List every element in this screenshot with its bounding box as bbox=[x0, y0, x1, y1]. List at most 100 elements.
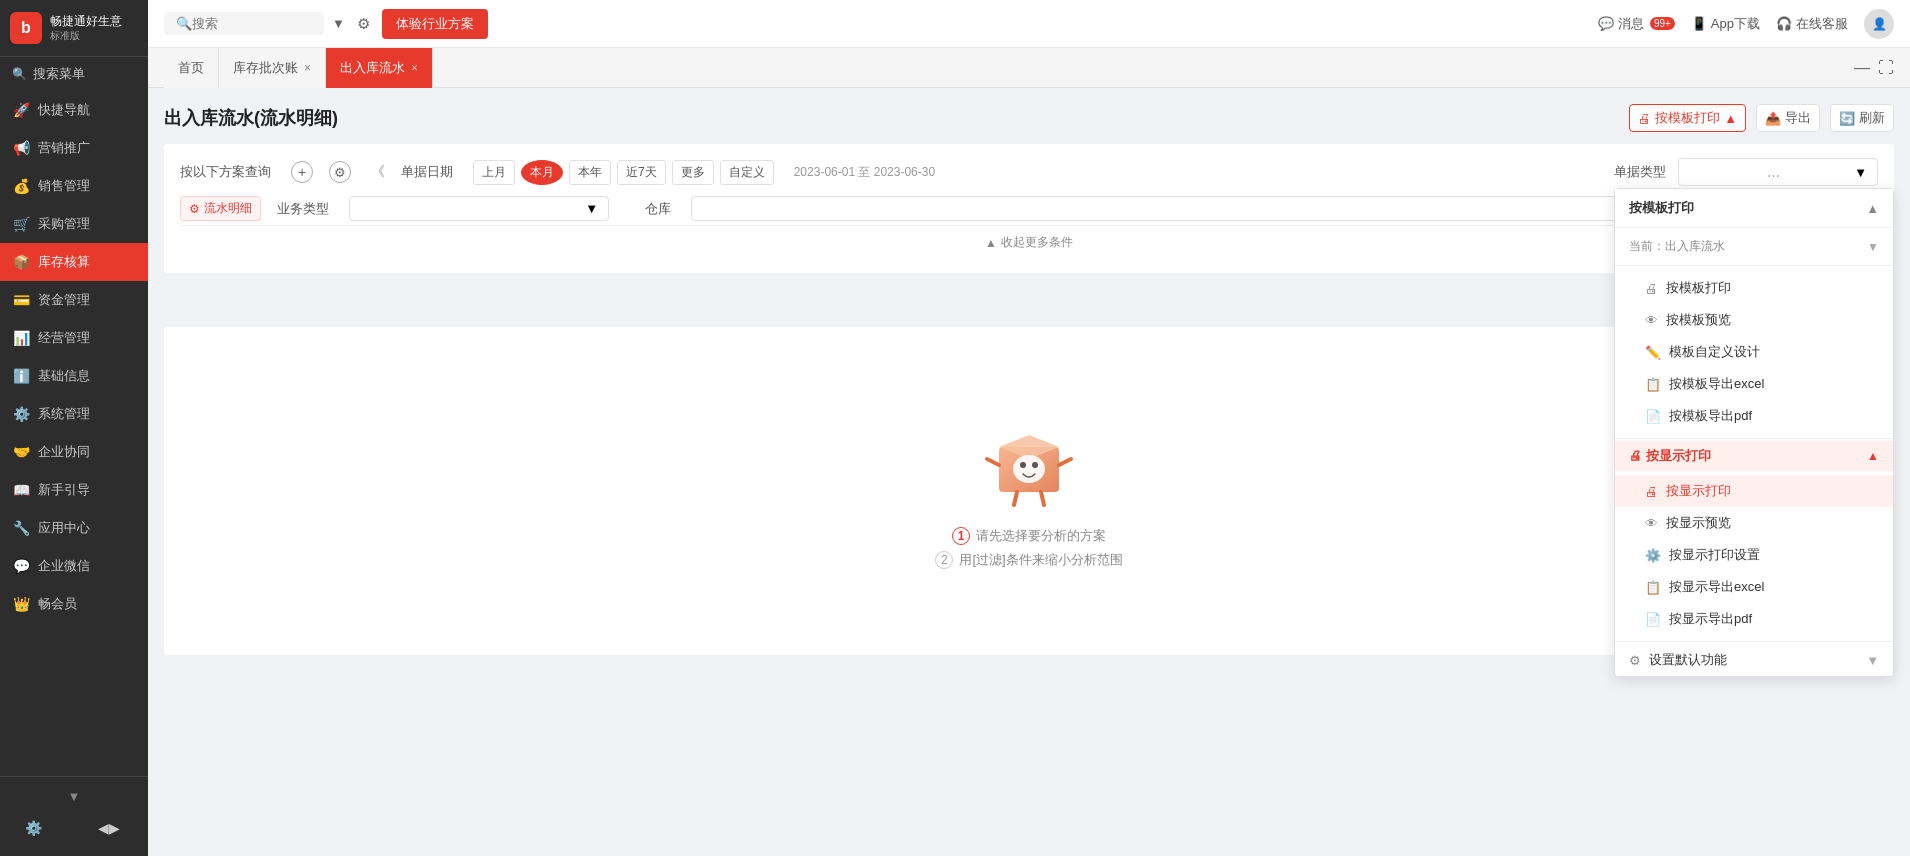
print-label: 按模板打印 bbox=[1655, 109, 1720, 127]
date-custom-btn[interactable]: 自定义 bbox=[720, 160, 774, 185]
divider-1 bbox=[1615, 265, 1893, 266]
type-select[interactable]: ... ▼ bbox=[1678, 158, 1878, 186]
display-preview-label: 按显示预览 bbox=[1666, 514, 1731, 532]
sidebar-settings-btn[interactable]: ⚙️ bbox=[12, 812, 62, 844]
filter-section-label: 按以下方案查询 bbox=[180, 163, 271, 181]
tab-inventory-batch-close[interactable]: × bbox=[304, 61, 311, 75]
service-icon: 🎧 bbox=[1776, 16, 1792, 31]
sidebar-item-purchase[interactable]: 🛒 采购管理 bbox=[0, 205, 148, 243]
set-default-chevron: ▼ bbox=[1866, 653, 1879, 668]
sidebar-scroll-down[interactable]: ▼ bbox=[0, 785, 148, 808]
settings-icon: ⚙️ bbox=[24, 820, 42, 836]
member-icon: 👑 bbox=[12, 596, 30, 612]
dropdown-item-template-design[interactable]: ✏️ 模板自定义设计 bbox=[1615, 336, 1893, 368]
template-preview-label: 按模板预览 bbox=[1666, 311, 1731, 329]
online-service-btn[interactable]: 🎧 在线客服 bbox=[1776, 15, 1848, 33]
date-range-text: 2023-06-01 至 2023-06-30 bbox=[794, 164, 935, 181]
collapse-icon: ▲ bbox=[985, 236, 997, 250]
template-design-icon: ✏️ bbox=[1645, 345, 1661, 360]
export-btn[interactable]: 📤 导出 bbox=[1756, 104, 1820, 132]
current-chevron[interactable]: ▼ bbox=[1867, 240, 1879, 254]
business-type-label: 业务类型 bbox=[277, 200, 329, 218]
type-label: 单据类型 bbox=[1614, 163, 1666, 181]
sales-icon: 💰 bbox=[12, 178, 30, 194]
sidebar-item-basics[interactable]: ℹ️ 基础信息 bbox=[0, 357, 148, 395]
tab-home[interactable]: 首页 bbox=[164, 48, 219, 88]
dropdown-item-display-preview[interactable]: 👁 按显示预览 bbox=[1615, 507, 1893, 539]
sidebar-item-apps[interactable]: 🔧 应用中心 bbox=[0, 509, 148, 547]
search-input[interactable] bbox=[192, 16, 312, 31]
search-dropdown-btn[interactable]: ▼ bbox=[332, 16, 345, 31]
tab-inventory-batch[interactable]: 库存批次账 × bbox=[219, 48, 326, 88]
sidebar-item-system[interactable]: ⚙️ 系统管理 bbox=[0, 395, 148, 433]
tab-minimize-btn[interactable]: — bbox=[1854, 59, 1870, 77]
sidebar-item-finance[interactable]: 💳 资金管理 bbox=[0, 281, 148, 319]
sidebar-item-label: 系统管理 bbox=[38, 405, 90, 423]
search-icon: 🔍 bbox=[176, 16, 192, 31]
dropdown-current-section: 当前：出入库流水 ▼ bbox=[1615, 228, 1893, 263]
quick-nav-icon: 🚀 bbox=[12, 102, 30, 118]
global-search[interactable]: 🔍 bbox=[164, 12, 324, 35]
filter-collapse-icon[interactable]: 《 bbox=[371, 163, 385, 181]
dropdown-item-template-pdf[interactable]: 📄 按模板导出pdf bbox=[1615, 400, 1893, 432]
sidebar-item-collab[interactable]: 🤝 企业协同 bbox=[0, 433, 148, 471]
message-btn[interactable]: 💬 消息 99+ bbox=[1598, 15, 1675, 33]
empty-illustration bbox=[979, 407, 1079, 507]
sidebar-item-label: 应用中心 bbox=[38, 519, 90, 537]
tab-expand-btn[interactable]: ⛶ bbox=[1878, 59, 1894, 77]
display-print-icon: 🖨 bbox=[1629, 448, 1642, 463]
tab-inout-flow[interactable]: 出入库流水 × bbox=[326, 48, 433, 88]
date-prev-month-btn[interactable]: 上月 bbox=[473, 160, 515, 185]
tab-inout-flow-close[interactable]: × bbox=[411, 61, 418, 75]
print-dropdown-panel: 按模板打印 ▲ 当前：出入库流水 ▼ 🖨 按模板打印 bbox=[1614, 188, 1894, 677]
date-cur-month-btn[interactable]: 本月 bbox=[521, 160, 563, 185]
sidebar-item-wechat[interactable]: 💬 企业微信 bbox=[0, 547, 148, 585]
dropdown-item-template-preview[interactable]: 👁 按模板预览 bbox=[1615, 304, 1893, 336]
header-gear-icon[interactable]: ⚙ bbox=[357, 15, 370, 33]
type-select-more[interactable]: ... bbox=[1767, 163, 1780, 181]
sidebar-item-operations[interactable]: 📊 经营管理 bbox=[0, 319, 148, 357]
svg-line-8 bbox=[1041, 492, 1044, 505]
sidebar-item-member[interactable]: 👑 畅会员 bbox=[0, 585, 148, 623]
dropdown-chevron-up[interactable]: ▲ bbox=[1866, 201, 1879, 216]
dropdown-current-header: 当前：出入库流水 ▼ bbox=[1615, 232, 1893, 259]
page-title: 出入库流水(流水明细) bbox=[164, 106, 338, 130]
user-avatar[interactable]: 👤 bbox=[1864, 9, 1894, 39]
date-7days-btn[interactable]: 近7天 bbox=[617, 160, 666, 185]
guide-icon: 📖 bbox=[12, 482, 30, 498]
industry-btn[interactable]: 体验行业方案 bbox=[382, 9, 488, 39]
dropdown-item-display-excel[interactable]: 📋 按显示导出excel bbox=[1615, 571, 1893, 603]
app-download-btn[interactable]: 📱 App下载 bbox=[1691, 15, 1760, 33]
sidebar-item-inventory[interactable]: 📦 库存核算 bbox=[0, 243, 148, 281]
sidebar-item-label: 新手引导 bbox=[38, 481, 90, 499]
sidebar-item-quick-nav[interactable]: 🚀 快捷导航 bbox=[0, 91, 148, 129]
template-preview-icon: 👁 bbox=[1645, 313, 1658, 328]
date-more-btn[interactable]: 更多 bbox=[672, 160, 714, 185]
date-year-btn[interactable]: 本年 bbox=[569, 160, 611, 185]
divider-2 bbox=[1615, 438, 1893, 439]
sidebar-item-sales[interactable]: 💰 销售管理 bbox=[0, 167, 148, 205]
dropdown-item-template-excel[interactable]: 📋 按模板导出excel bbox=[1615, 368, 1893, 400]
refresh-label: 刷新 bbox=[1859, 109, 1885, 127]
set-default-icon: ⚙ bbox=[1629, 653, 1641, 668]
dropdown-item-template-print[interactable]: 🖨 按模板打印 bbox=[1615, 272, 1893, 304]
main-area: 🔍 ▼ ⚙ 体验行业方案 💬 消息 99+ 📱 App下载 🎧 在线客服 👤 bbox=[148, 0, 1910, 856]
filter-settings-btn[interactable]: ⚙ bbox=[329, 161, 351, 183]
sidebar-item-guide[interactable]: 📖 新手引导 bbox=[0, 471, 148, 509]
page-content: 出入库流水(流水明细) 🖨 按模板打印 ▲ 📤 导出 🔄 刷新 bbox=[148, 88, 1910, 856]
print-template-btn[interactable]: 🖨 按模板打印 ▲ bbox=[1629, 104, 1746, 132]
sidebar-search[interactable]: 🔍 搜索菜单 bbox=[0, 57, 148, 91]
dropdown-item-display-settings[interactable]: ⚙️ 按显示打印设置 bbox=[1615, 539, 1893, 571]
business-type-select[interactable]: ▼ bbox=[349, 196, 609, 221]
dropdown-item-set-default[interactable]: ⚙ 设置默认功能 ▼ bbox=[1615, 644, 1893, 676]
sidebar-item-marketing[interactable]: 📢 营销推广 bbox=[0, 129, 148, 167]
dropdown-item-display-pdf[interactable]: 📄 按显示导出pdf bbox=[1615, 603, 1893, 635]
display-section-chevron[interactable]: ▲ bbox=[1867, 449, 1879, 463]
svg-line-5 bbox=[987, 459, 999, 465]
sidebar-item-label: 营销推广 bbox=[38, 139, 90, 157]
display-settings-icon: ⚙️ bbox=[1645, 548, 1661, 563]
dropdown-item-display-print[interactable]: 🖨 按显示打印 bbox=[1615, 475, 1893, 507]
filter-add-btn[interactable]: + bbox=[291, 161, 313, 183]
refresh-btn[interactable]: 🔄 刷新 bbox=[1830, 104, 1894, 132]
sidebar-collapse-btn[interactable]: ◀▶ bbox=[86, 812, 136, 844]
